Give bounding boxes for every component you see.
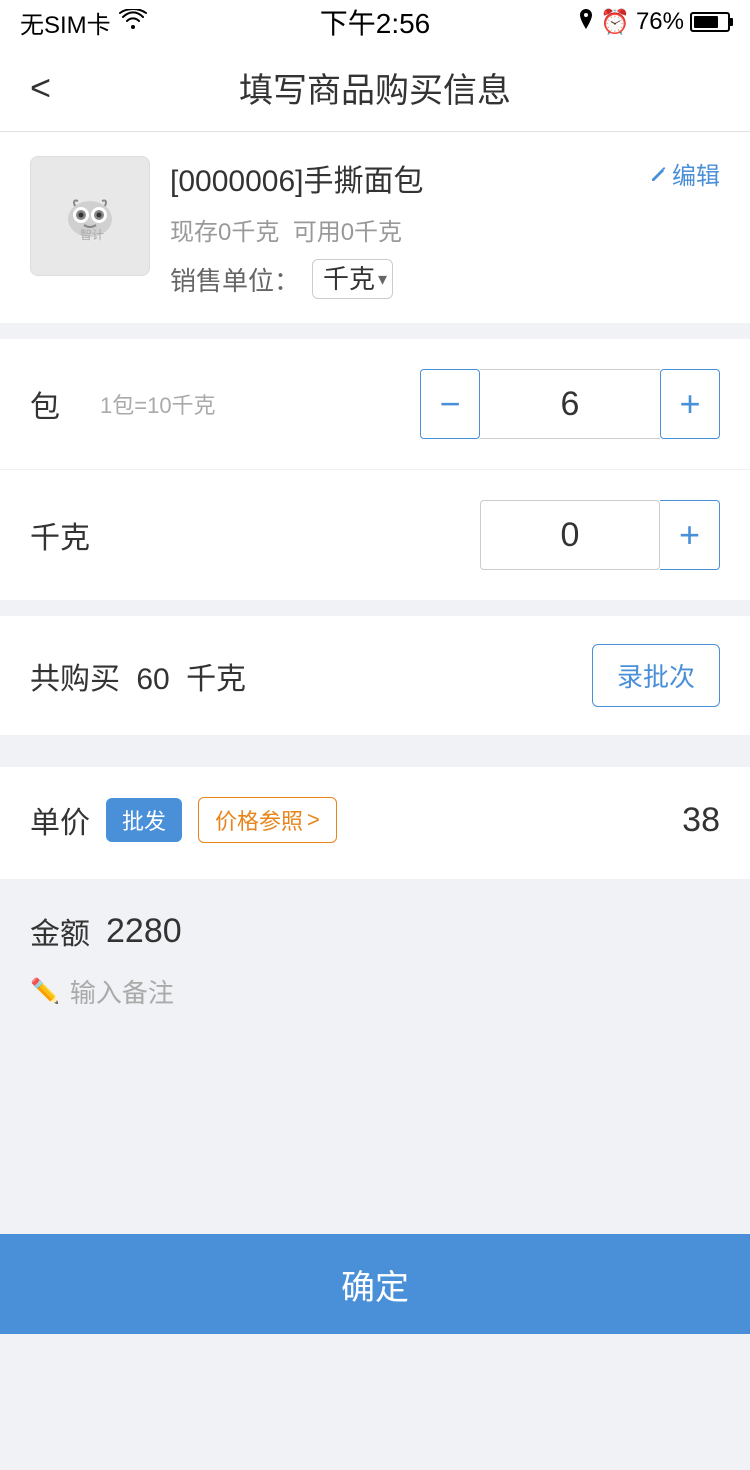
product-stock: 现存0千克 可用0千克 [170,212,720,247]
note-row[interactable]: ✏️ 输入备注 [30,973,720,1010]
amount-label: 金额 [30,909,90,953]
package-minus-button[interactable]: − [420,369,480,439]
quantity-section: 包 1包=10千克 − + 千克 + [0,339,750,600]
package-row: 包 1包=10千克 − + [0,339,750,470]
status-time: 下午2:56 [320,2,431,42]
alarm-icon: ⏰ [600,8,630,37]
nav-bar: < 填写商品购买信息 [0,44,750,132]
kilo-input[interactable] [480,500,660,570]
unit-select-wrap[interactable]: 千克 包 [312,259,393,299]
package-controls: − + [420,369,720,439]
price-tag-button[interactable]: 批发 [106,798,182,842]
status-left: 无SIM卡 [20,5,147,40]
edit-button[interactable]: 编辑 [650,156,720,191]
kilo-label: 千克 [30,513,90,557]
package-input[interactable] [480,369,660,439]
kilo-row: 千克 + [0,470,750,600]
confirm-button-label: 确定 [341,1260,409,1309]
package-label: 包 [30,382,90,426]
wifi-icon [119,8,147,36]
product-card: 智计 [0000006]手撕面包 编辑 现存0千克 可用0千克 [0,132,750,323]
carrier-label: 无SIM卡 [20,5,111,40]
svg-text:智计: 智计 [80,227,104,241]
price-section: 单价 批发 价格参照 > 38 [0,767,750,879]
unit-select[interactable]: 千克 包 [312,259,393,299]
status-right: ⏰ 76% [578,8,730,37]
battery-label: 76% [636,8,684,36]
product-unit-row: 销售单位： 千克 包 [170,259,720,299]
price-value: 38 [682,801,720,840]
product-info: [0000006]手撕面包 编辑 现存0千克 可用0千克 销售单位： 千克 [170,156,720,299]
product-name: [0000006]手撕面包 [170,156,423,200]
confirm-button[interactable]: 确定 [0,1234,750,1334]
total-section: 共购买 60 千克 录批次 [0,616,750,735]
total-text: 共购买 60 千克 [30,654,592,698]
pencil-icon: ✏️ [30,977,60,1006]
status-bar: 无SIM卡 下午2:56 ⏰ 76% [0,0,750,44]
kilo-plus-button[interactable]: + [660,500,720,570]
location-icon [578,8,594,36]
page-title: 填写商品购买信息 [239,63,511,112]
amount-row: 金额 2280 [30,909,720,953]
price-label: 单价 [30,798,90,842]
product-logo-icon: 智计 [60,191,120,241]
edit-icon [650,165,668,183]
amount-value: 2280 [106,912,182,951]
back-button[interactable]: < [30,57,61,119]
package-hint: 1包=10千克 [100,388,420,420]
amount-section: 金额 2280 ✏️ 输入备注 [0,879,750,1030]
price-row: 单价 批发 价格参照 > 38 [30,797,720,843]
battery-icon [690,12,730,32]
price-ref-button[interactable]: 价格参照 > [198,797,337,843]
product-image: 智计 [30,156,150,276]
kilo-controls: + [480,500,720,570]
divider [0,751,750,767]
note-placeholder: 输入备注 [70,973,174,1010]
batch-button[interactable]: 录批次 [592,644,720,707]
package-plus-button[interactable]: + [660,369,720,439]
